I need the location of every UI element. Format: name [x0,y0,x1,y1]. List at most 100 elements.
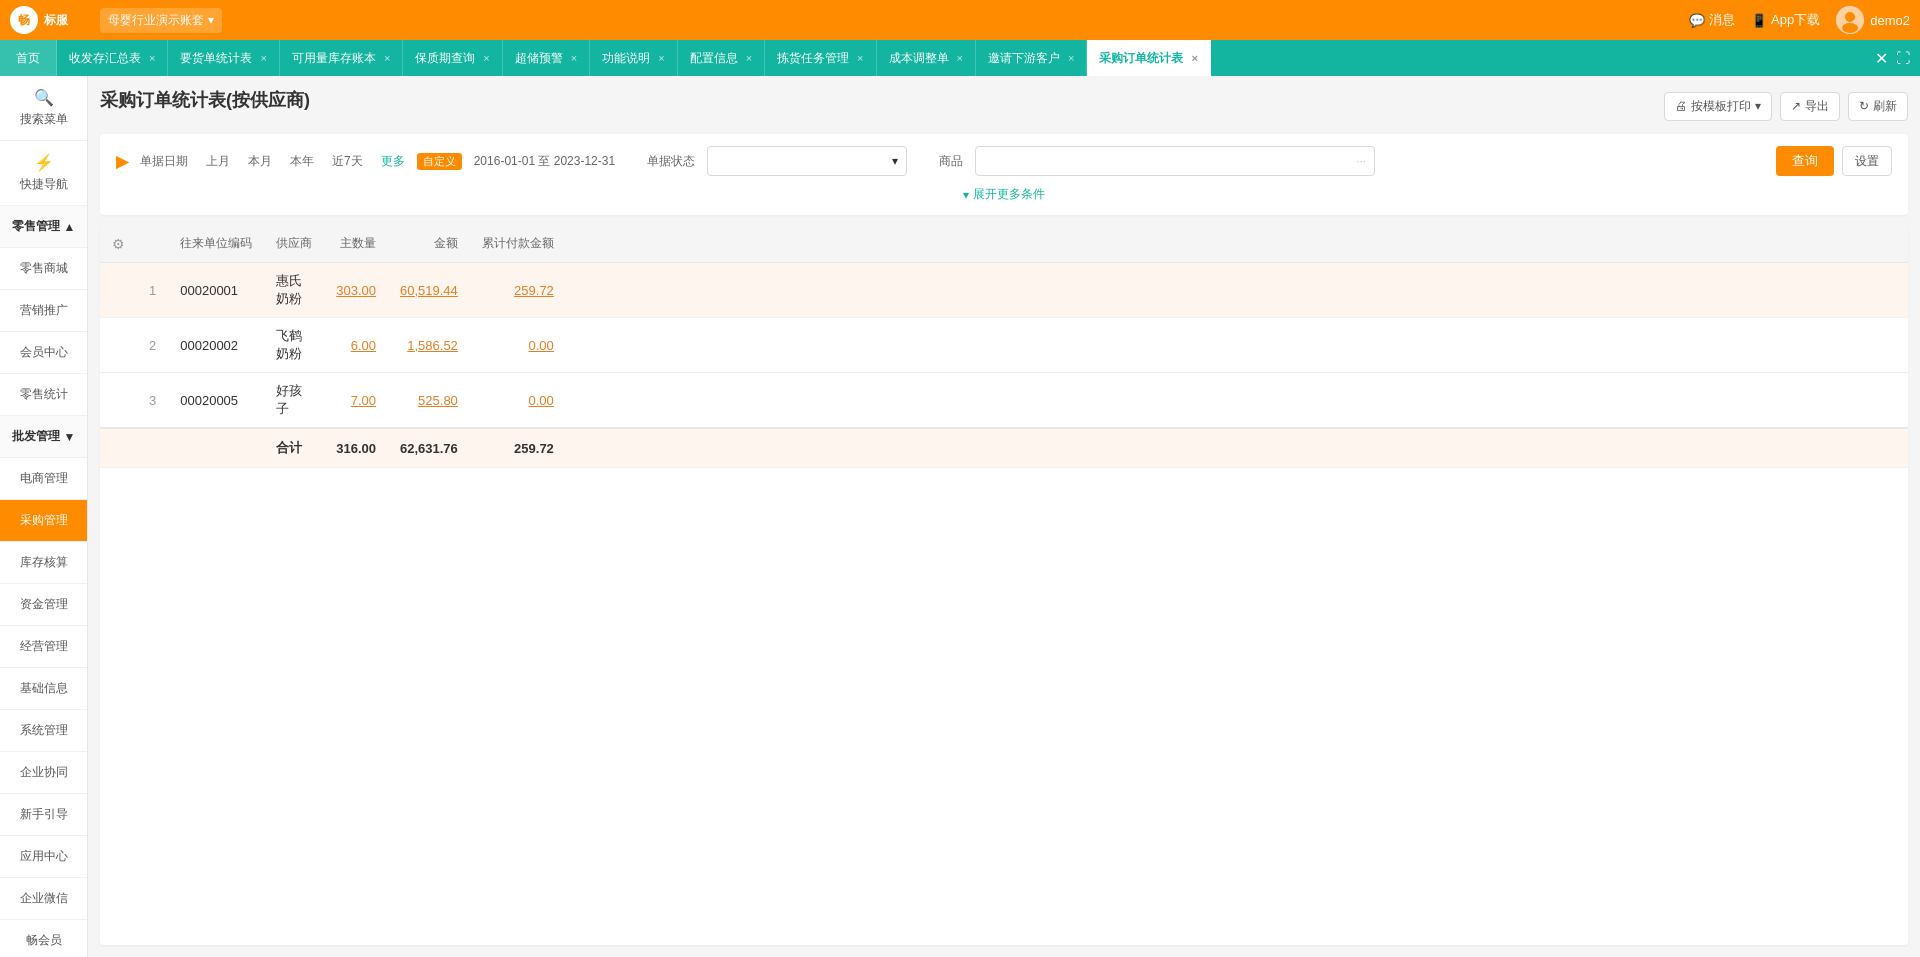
supplier-code: 00020005 [168,373,264,429]
workspace-name: 母婴行业演示账套 [108,12,204,29]
tab-overstock[interactable]: 超储预警 × [503,40,590,76]
sidebar-item-enterprise-wechat[interactable]: 企业微信 [0,878,87,920]
sidebar-item-members[interactable]: 会员中心 [0,332,87,374]
table-wrapper[interactable]: ⚙ 往来单位编码 供应商 主数量 金额 累计付款金额 [100,225,1908,945]
date-btn-7days[interactable]: 近7天 [326,151,369,172]
supplier-code: 00020001 [168,263,264,318]
close-icon[interactable]: × [957,52,963,64]
amount[interactable]: 60,519.44 [388,263,470,318]
tab-cost-adjust[interactable]: 成本调整单 × [877,40,976,76]
tab-label: 采购订单统计表 [1099,50,1183,67]
download-btn[interactable]: 📱 App下载 [1751,11,1820,29]
query-button[interactable]: 查询 [1776,146,1834,176]
page-title: 采购订单统计表(按供应商) [100,88,310,112]
sidebar-item-retail-mall[interactable]: 零售商城 [0,248,87,290]
sidebar-item-app-center[interactable]: 应用中心 [0,836,87,878]
sidebar-item-enterprise-collab[interactable]: 企业协同 [0,752,87,794]
logo-area: 畅 标服 [10,6,90,34]
sidebar-item-quick-nav[interactable]: ⚡ 快捷导航 [0,141,87,206]
sidebar-item-basic-info[interactable]: 基础信息 [0,668,87,710]
paid-amount[interactable]: 259.72 [470,263,566,318]
tab-shelf-life[interactable]: 保质期查询 × [403,40,502,76]
sidebar-label: 零售商城 [20,260,68,277]
top-bar: 畅 标服 母婴行业演示账套 ▾ 💬 消息 📱 App下载 demo2 [0,0,1920,40]
tab-function-desc[interactable]: 功能说明 × [590,40,677,76]
close-icon[interactable]: × [260,52,266,64]
date-btn-this-month[interactable]: 本月 [242,151,278,172]
sidebar-label: 电商管理 [20,470,68,487]
close-icon[interactable]: × [384,52,390,64]
sidebar-item-system-mgmt[interactable]: 系统管理 [0,710,87,752]
close-icon[interactable]: × [1191,52,1197,64]
message-label: 消息 [1709,11,1735,29]
sidebar-item-marketing[interactable]: 营销推广 [0,290,87,332]
export-label: 导出 [1805,98,1829,115]
table-header: ⚙ 往来单位编码 供应商 主数量 金额 累计付款金额 [100,225,1908,263]
sidebar-item-new-guide[interactable]: 新手引导 [0,794,87,836]
sidebar-item-inventory-check[interactable]: 库存核算 [0,542,87,584]
settings-icon[interactable]: ⚙ [112,236,125,252]
close-icon[interactable]: × [149,52,155,64]
tab-config-info[interactable]: 配置信息 × [678,40,765,76]
row-settings [100,373,137,429]
expand-more-button[interactable]: ▾ 展开更多条件 [963,186,1045,203]
tab-receive-summary[interactable]: 收发存汇总表 × [57,40,168,76]
status-filter-input[interactable]: ▾ [707,146,907,176]
close-icon[interactable]: × [1068,52,1074,64]
maximize-icon[interactable]: ⛶ [1896,50,1910,66]
date-btn-last-month[interactable]: 上月 [200,151,236,172]
close-icon[interactable]: × [658,52,664,64]
close-icon[interactable]: × [571,52,577,64]
amount-header: 金额 [388,225,470,263]
sidebar-item-ecommerce[interactable]: 电商管理 [0,458,87,500]
export-button[interactable]: ↗ 导出 [1780,92,1840,121]
sidebar-label: 零售管理 [12,218,60,235]
sidebar-item-retail-mgmt[interactable]: 零售管理 ▲ [0,206,87,248]
main-qty[interactable]: 7.00 [324,373,388,429]
close-icon[interactable]: × [746,52,752,64]
main-qty[interactable]: 6.00 [324,318,388,373]
print-button[interactable]: 🖨 按模板打印 ▾ [1664,92,1772,121]
main-qty[interactable]: 303.00 [324,263,388,318]
date-btn-more[interactable]: 更多 [375,151,411,172]
download-icon: 📱 [1751,13,1767,28]
refresh-button[interactable]: ↻ 刷新 [1848,92,1908,121]
tab-home[interactable]: 首页 [0,40,57,76]
collapse-button[interactable]: ▶ [116,152,128,171]
close-all-icon[interactable]: ✕ [1875,49,1888,68]
row-settings [100,318,137,373]
table-body: 1 00020001 惠氏奶粉 303.00 60,519.44 259.72 [100,263,1908,429]
logo-text: 标服 [44,12,68,29]
close-icon[interactable]: × [857,52,863,64]
tab-invite-downstream[interactable]: 邀请下游客户 × [976,40,1087,76]
footer-amount: 62,631.76 [388,428,470,468]
message-btn[interactable]: 💬 消息 [1689,11,1735,29]
sidebar-item-search[interactable]: 🔍 搜索菜单 [0,76,87,141]
table-row: 2 00020002 飞鹤奶粉 6.00 1,586.52 0.00 [100,318,1908,373]
sidebar-item-purchase-mgmt[interactable]: 采购管理 [0,500,87,542]
goods-filter-input[interactable]: ··· [975,146,1375,176]
tab-usable-stock[interactable]: 可用量库存账本 × [280,40,403,76]
workspace-selector[interactable]: 母婴行业演示账套 ▾ [100,8,222,33]
amount[interactable]: 525.80 [388,373,470,429]
sidebar-item-retail-stats[interactable]: 零售统计 [0,374,87,416]
tab-order-summary[interactable]: 要货单统计表 × [168,40,279,76]
close-icon[interactable]: × [483,52,489,64]
user-area[interactable]: demo2 [1836,6,1910,34]
settings-column-header[interactable]: ⚙ [100,225,137,263]
tab-label: 可用量库存账本 [292,50,376,67]
tab-picking-task[interactable]: 拣货任务管理 × [765,40,876,76]
paid-amount[interactable]: 0.00 [470,373,566,429]
main-qty-header: 主数量 [324,225,388,263]
tab-label: 超储预警 [515,50,563,67]
custom-badge[interactable]: 自定义 [417,153,462,170]
date-btn-this-year[interactable]: 本年 [284,151,320,172]
sidebar-item-free-member[interactable]: 畅会员 [0,920,87,957]
tab-purchase-summary[interactable]: 采购订单统计表 × [1087,40,1210,76]
settings-button[interactable]: 设置 [1842,146,1892,176]
sidebar-item-operations[interactable]: 经营管理 [0,626,87,668]
amount[interactable]: 1,586.52 [388,318,470,373]
sidebar-item-wholesale-mgmt[interactable]: 批发管理 ▼ [0,416,87,458]
sidebar-item-finance-mgmt[interactable]: 资金管理 [0,584,87,626]
paid-amount[interactable]: 0.00 [470,318,566,373]
